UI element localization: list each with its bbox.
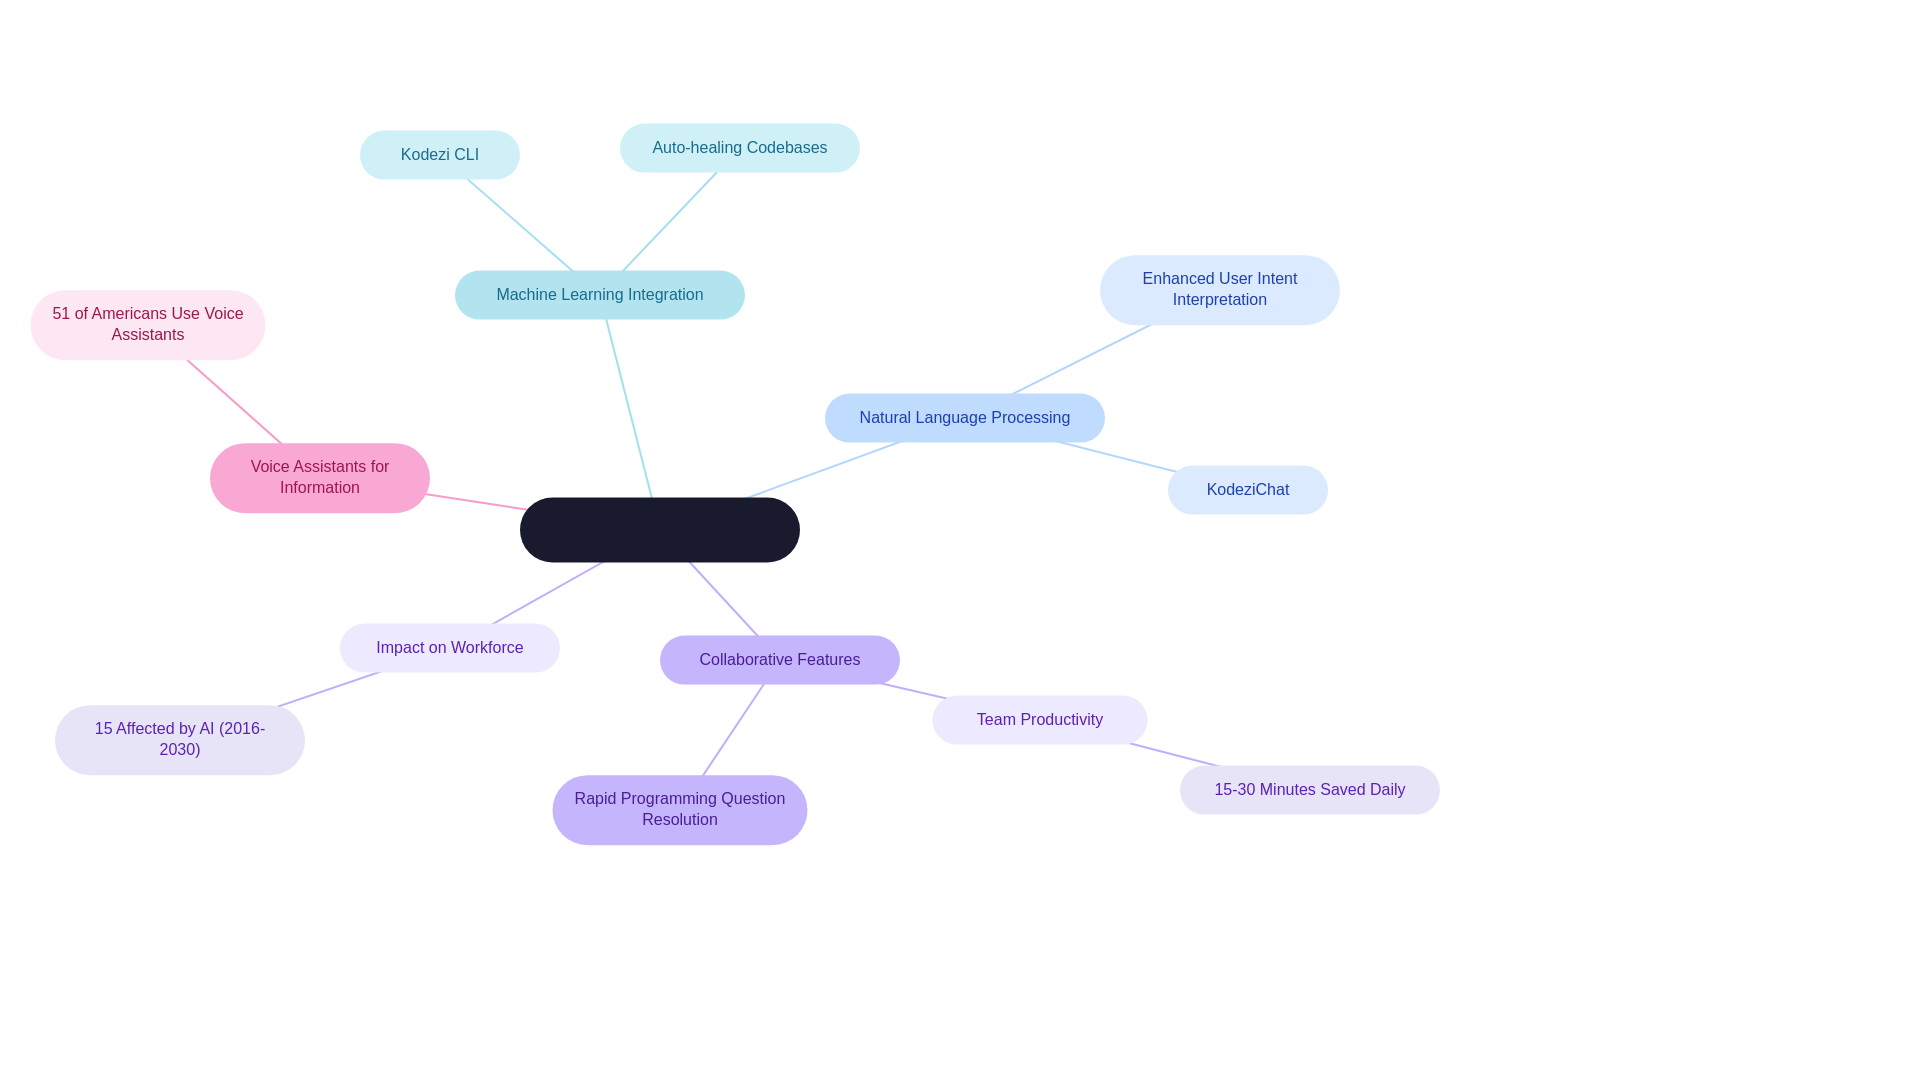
svg-line-0 bbox=[600, 295, 660, 530]
collaborative-label: Collaborative Features bbox=[700, 650, 861, 671]
kodezi-cli-label: Kodezi CLI bbox=[401, 145, 479, 166]
51-americans-node[interactable]: 51 of Americans Use Voice Assistants bbox=[31, 290, 266, 360]
rapid-programming-label: Rapid Programming Question Resolution bbox=[573, 789, 788, 831]
team-productivity-label: Team Productivity bbox=[977, 710, 1103, 731]
center-node[interactable] bbox=[520, 498, 800, 563]
machine-learning-label: Machine Learning Integration bbox=[496, 285, 703, 306]
rapid-programming-node[interactable]: Rapid Programming Question Resolution bbox=[553, 775, 808, 845]
team-productivity-node[interactable]: Team Productivity bbox=[933, 696, 1148, 745]
kodezi-chat-node[interactable]: KodeziChat bbox=[1168, 466, 1328, 515]
natural-language-label: Natural Language Processing bbox=[860, 408, 1071, 429]
auto-healing-label: Auto-healing Codebases bbox=[652, 138, 827, 159]
auto-healing-node[interactable]: Auto-healing Codebases bbox=[620, 124, 860, 173]
minutes-saved-label: 15-30 Minutes Saved Daily bbox=[1214, 780, 1405, 801]
mind-map: Machine Learning Integration Kodezi CLI Au… bbox=[0, 0, 1920, 1083]
natural-language-node[interactable]: Natural Language Processing bbox=[825, 394, 1105, 443]
enhanced-user-node[interactable]: Enhanced User Intent Interpretation bbox=[1100, 255, 1340, 325]
impact-workforce-node[interactable]: Impact on Workforce bbox=[340, 624, 560, 673]
minutes-saved-node[interactable]: 15-30 Minutes Saved Daily bbox=[1180, 766, 1440, 815]
15-affected-node[interactable]: 15 Affected by AI (2016-2030) bbox=[55, 705, 305, 775]
voice-assistants-node[interactable]: Voice Assistants for Information bbox=[210, 443, 430, 513]
machine-learning-node[interactable]: Machine Learning Integration bbox=[455, 271, 745, 320]
connections-svg bbox=[0, 0, 1920, 1083]
collaborative-node[interactable]: Collaborative Features bbox=[660, 636, 900, 685]
kodezi-chat-label: KodeziChat bbox=[1207, 480, 1290, 501]
enhanced-user-label: Enhanced User Intent Interpretation bbox=[1120, 269, 1320, 311]
impact-workforce-label: Impact on Workforce bbox=[376, 638, 523, 659]
15-affected-label: 15 Affected by AI (2016-2030) bbox=[75, 719, 285, 761]
voice-assistants-label: Voice Assistants for Information bbox=[230, 457, 410, 499]
51-americans-label: 51 of Americans Use Voice Assistants bbox=[51, 304, 246, 346]
kodezi-cli-node[interactable]: Kodezi CLI bbox=[360, 131, 520, 180]
